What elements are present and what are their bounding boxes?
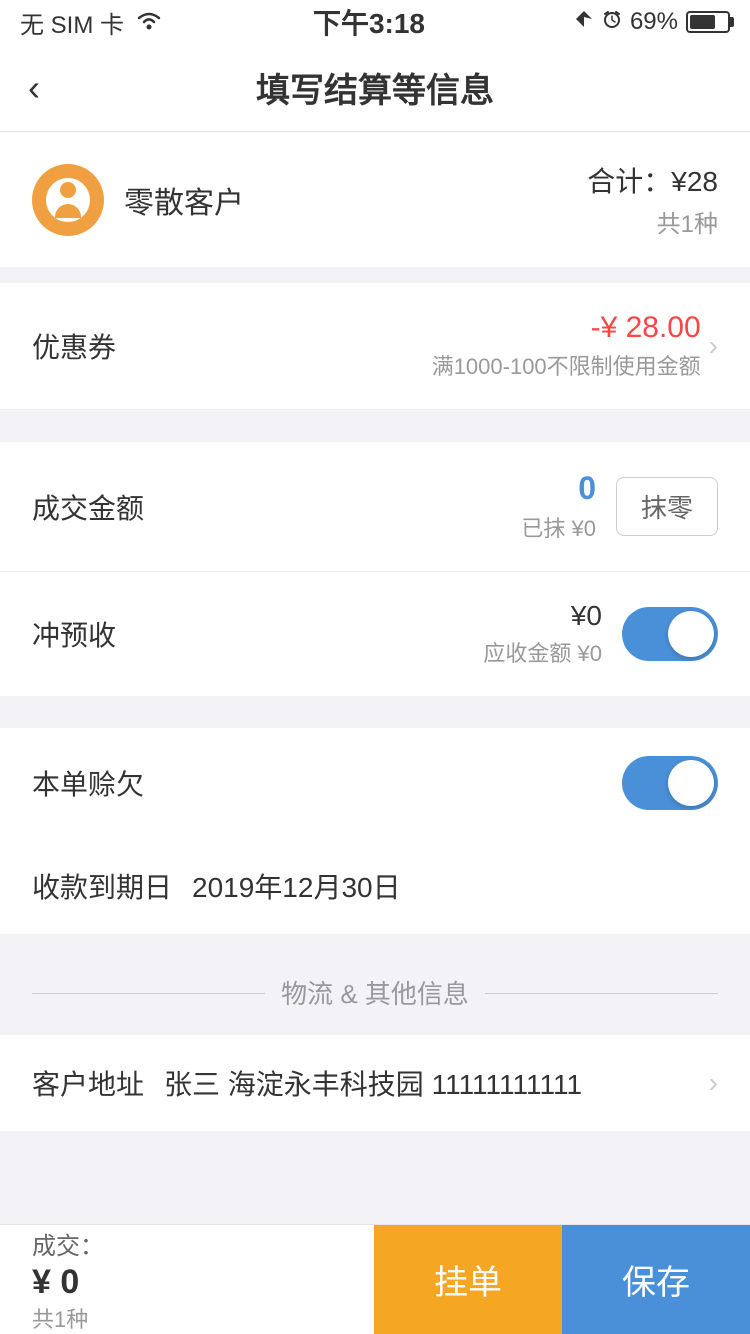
back-button[interactable]: ‹ <box>28 67 40 109</box>
prepay-sub: 应收金额 ¥0 <box>483 636 602 668</box>
debt-row: 本单赊欠 <box>0 728 750 838</box>
prepay-toggle[interactable] <box>622 607 718 661</box>
customer-left: 零散客户 <box>32 164 244 236</box>
coupon-values: -¥ 28.00 满1000-100不限制使用金额 <box>432 311 701 381</box>
customer-avatar <box>32 164 104 236</box>
address-row[interactable]: 客户地址 张三 海淀永丰科技园 11111111111 › <box>0 1035 750 1131</box>
bottom-deal-count: 共1种 <box>32 1302 342 1334</box>
chevron-right-icon: › <box>709 330 718 362</box>
prepay-label: 冲预收 <box>32 614 116 654</box>
status-left: 无 SIM 卡 <box>20 5 164 40</box>
page-title: 填写结算等信息 <box>256 63 494 112</box>
debt-label: 本单赊欠 <box>32 763 144 803</box>
address-chevron-icon: › <box>709 1067 718 1099</box>
total-amount: 合计：¥28 <box>587 160 718 200</box>
debt-toggle-knob <box>668 760 714 806</box>
address-label: 客户地址 <box>32 1063 144 1103</box>
customer-row: 零散客户 合计：¥28 共1种 <box>0 132 750 267</box>
coupon-label: 优惠券 <box>32 326 116 366</box>
bottom-bar: 成交： ¥ 0 共1种 挂单 保存 <box>0 1224 750 1334</box>
hang-button[interactable]: 挂单 <box>374 1225 562 1334</box>
amount-row: 成交金额 0 已抹 ¥0 抹零 <box>0 442 750 572</box>
amount-label: 成交金额 <box>32 487 144 527</box>
prepay-row: 冲预收 ¥0 应收金额 ¥0 <box>0 572 750 696</box>
prepay-right: ¥0 应收金额 ¥0 <box>483 600 718 668</box>
debt-section: 本单赊欠 收款到期日 2019年12月30日 <box>0 728 750 934</box>
due-date-label: 收款到期日 <box>32 866 172 906</box>
customer-name: 零散客户 <box>124 178 244 222</box>
amount-value: 0 <box>521 470 596 507</box>
content: 零散客户 合计：¥28 共1种 优惠券 -¥ 28.00 满1000-100不限… <box>0 132 750 1267</box>
status-right: 69% <box>574 8 730 36</box>
total-count: 共1种 <box>587 204 718 239</box>
prepay-main: ¥0 <box>483 600 602 632</box>
bottom-deal-label: 成交： <box>32 1226 342 1261</box>
logistics-label: 物流 & 其他信息 <box>265 979 485 1009</box>
battery-icon <box>686 11 730 33</box>
toggle-knob <box>668 611 714 657</box>
prepay-values: ¥0 应收金额 ¥0 <box>483 600 602 668</box>
round-button[interactable]: 抹零 <box>616 477 718 536</box>
status-time: 下午3:18 <box>313 2 425 42</box>
section-divider-1 <box>0 426 750 442</box>
amount-right: 0 已抹 ¥0 抹零 <box>521 470 718 543</box>
amount-section: 成交金额 0 已抹 ¥0 抹零 冲预收 ¥0 应收金额 ¥0 <box>0 442 750 696</box>
logistics-divider: 物流 & 其他信息 <box>0 950 750 1035</box>
avatar-icon <box>46 178 90 222</box>
amount-sub: 已抹 ¥0 <box>521 511 596 543</box>
status-bar: 无 SIM 卡 下午3:18 69% <box>0 0 750 44</box>
debt-toggle[interactable] <box>622 756 718 810</box>
carrier-text: 无 SIM 卡 <box>20 5 124 40</box>
nav-bar: ‹ 填写结算等信息 <box>0 44 750 132</box>
amount-value-group: 0 已抹 ¥0 <box>521 470 596 543</box>
bottom-left: 成交： ¥ 0 共1种 <box>0 1226 374 1334</box>
address-value: 张三 海淀永丰科技园 11111111111 <box>164 1063 709 1103</box>
wifi-icon <box>134 8 164 37</box>
coupon-right: -¥ 28.00 满1000-100不限制使用金额 › <box>432 311 718 381</box>
section-divider-2 <box>0 712 750 728</box>
coupon-row[interactable]: 优惠券 -¥ 28.00 满1000-100不限制使用金额 › <box>0 283 750 410</box>
due-date-row: 收款到期日 2019年12月30日 <box>0 838 750 934</box>
due-date-value: 2019年12月30日 <box>192 866 401 906</box>
location-icon <box>574 8 594 36</box>
coupon-desc: 满1000-100不限制使用金额 <box>432 349 701 381</box>
battery-percent: 69% <box>630 8 678 36</box>
customer-summary: 合计：¥28 共1种 <box>587 160 718 239</box>
battery-fill <box>690 15 715 29</box>
coupon-amount: -¥ 28.00 <box>432 311 701 345</box>
save-button[interactable]: 保存 <box>562 1225 750 1334</box>
bottom-deal-amount: ¥ 0 <box>32 1263 342 1302</box>
alarm-icon <box>602 8 622 36</box>
